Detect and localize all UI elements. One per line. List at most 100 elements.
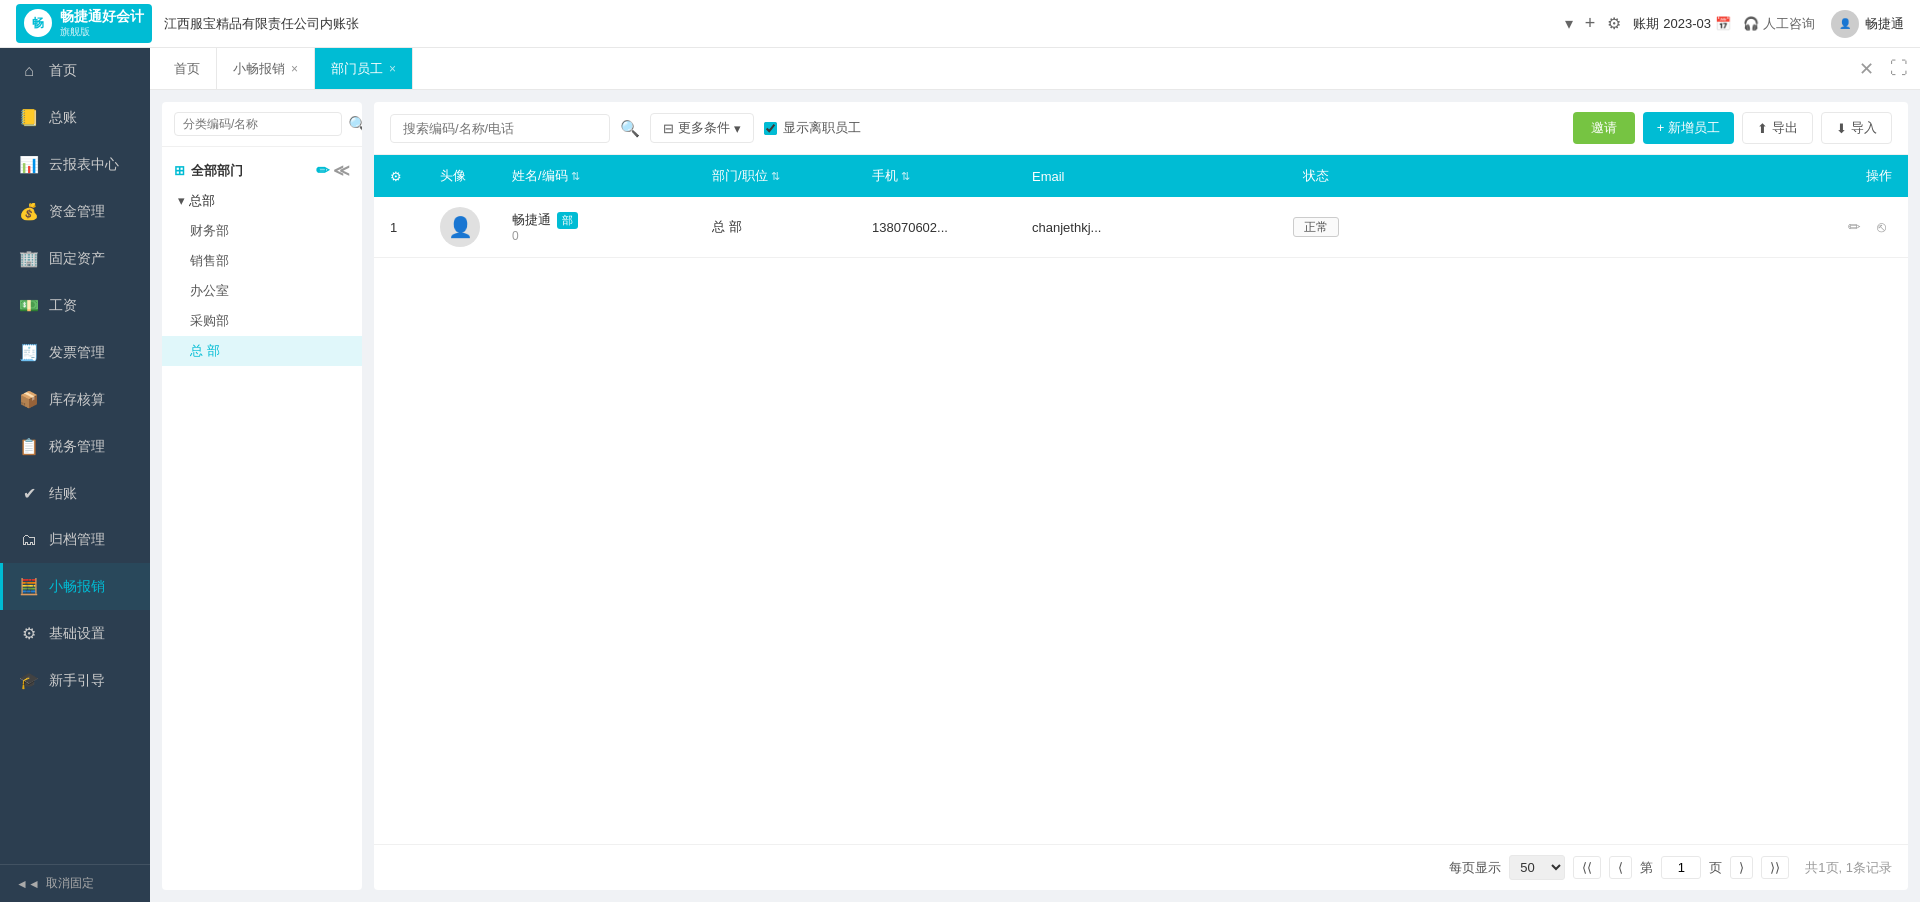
sidebar-item-assets[interactable]: 🏢 固定资产 [0, 235, 150, 282]
logo-area: 畅 畅捷通好会计 旗舰版 [16, 4, 152, 43]
edit-button[interactable]: ✏ [1842, 216, 1867, 238]
prev-page-button[interactable]: ⟨ [1609, 856, 1632, 879]
dept-general[interactable]: 总 部 [162, 336, 362, 366]
tab-close-icon[interactable]: ✕ [1855, 54, 1878, 84]
dept-office[interactable]: 办公室 [162, 276, 362, 306]
logout-button[interactable]: ⎋ [1871, 216, 1892, 237]
calendar-icon[interactable]: 📅 [1715, 16, 1731, 31]
first-page-button[interactable]: ⟨⟨ [1573, 856, 1601, 879]
sidebar-item-expense[interactable]: 🧮 小畅报销 [0, 563, 150, 610]
dept-sales[interactable]: 销售部 [162, 246, 362, 276]
inventory-icon: 📦 [19, 390, 39, 409]
search-icon[interactable]: 🔍 [620, 119, 640, 138]
settings-sidebar-icon: ⚙ [19, 624, 39, 643]
topbar: 畅 畅捷通好会计 旗舰版 江西服宝精品有限责任公司内账张 ▾ + ⚙ 账期 20… [0, 0, 1920, 48]
tab-bar: 首页 小畅报销 × 部门员工 × ✕ ⛶ [150, 48, 1920, 90]
funds-icon: 💰 [19, 202, 39, 221]
sidebar-item-reports[interactable]: 📊 云报表中心 [0, 141, 150, 188]
sidebar-label-payroll: 工资 [49, 297, 77, 315]
topbar-actions: 🎧 人工咨询 👤 畅捷通 [1743, 10, 1904, 38]
right-toolbar: 🔍 ⊟ 更多条件 ▾ 显示离职员工 邀请 + 新增员工 ⬆ [374, 102, 1908, 155]
tab-close-expense[interactable]: × [291, 62, 298, 76]
sidebar-item-archive[interactable]: 🗂 归档管理 [0, 517, 150, 563]
last-page-button[interactable]: ⟩⟩ [1761, 856, 1789, 879]
sidebar-item-home[interactable]: ⌂ 首页 [0, 48, 150, 94]
dept-finance[interactable]: 财务部 [162, 216, 362, 246]
table-header-row: ⚙ 头像 姓名/编码 部门/职位 手机 Email 状态 操作 [374, 155, 1908, 197]
col-phone[interactable]: 手机 [856, 155, 1016, 197]
left-panel-header: 🔍 [162, 102, 362, 147]
import-icon: ⬇ [1836, 121, 1847, 136]
right-toolbar-actions: 邀请 + 新增员工 ⬆ 导出 ⬇ 导入 [1573, 112, 1892, 144]
sidebar-item-checkout[interactable]: ✔ 结账 [0, 470, 150, 517]
app-name: 畅捷通好会计 [60, 8, 144, 25]
dept-purchase[interactable]: 采购部 [162, 306, 362, 336]
column-settings-icon[interactable]: ⚙ [390, 169, 402, 184]
sidebar-item-invoice[interactable]: 🧾 发票管理 [0, 329, 150, 376]
page-size-select[interactable]: 10 20 50 100 [1509, 855, 1565, 880]
sidebar-item-inventory[interactable]: 📦 库存核算 [0, 376, 150, 423]
row-dept: 总 部 [696, 197, 856, 258]
dept-badge: 部 [557, 212, 578, 229]
sidebar-item-settings[interactable]: ⚙ 基础设置 [0, 610, 150, 657]
dept-search-icon[interactable]: 🔍 [348, 115, 362, 134]
invite-button[interactable]: 邀请 [1573, 112, 1635, 144]
grid-icon: ⊞ [174, 163, 185, 178]
tab-close-employees[interactable]: × [389, 62, 396, 76]
sidebar-item-ledger[interactable]: 📒 总账 [0, 94, 150, 141]
row-email: chanjethkj... [1016, 197, 1216, 258]
row-phone: 138070602... [856, 197, 1016, 258]
sidebar: ⌂ 首页 📒 总账 📊 云报表中心 💰 资金管理 🏢 固定资产 💵 工资 🧾 发… [0, 48, 150, 902]
app-edition: 旗舰版 [60, 25, 144, 39]
dropdown-icon[interactable]: ▾ [1565, 14, 1573, 33]
tab-home[interactable]: 首页 [158, 48, 217, 89]
show-resigned-checkbox[interactable]: 显示离职员工 [764, 119, 861, 137]
add-tab-icon[interactable]: + [1585, 13, 1596, 34]
next-page-button[interactable]: ⟩ [1730, 856, 1753, 879]
sidebar-item-guide[interactable]: 🎓 新手引导 [0, 657, 150, 704]
main-layout: ⌂ 首页 📒 总账 📊 云报表中心 💰 资金管理 🏢 固定资产 💵 工资 🧾 发… [0, 48, 1920, 902]
page-prefix: 第 [1640, 859, 1653, 877]
table-row: 1 👤 畅捷通 部 0 总 部 138070602... chanjethkj.… [374, 197, 1908, 258]
status-badge: 正常 [1293, 217, 1339, 237]
page-total: 共1页, 1条记录 [1805, 859, 1892, 877]
ledger-icon: 📒 [19, 108, 39, 127]
employee-name-text: 畅捷通 [512, 211, 551, 229]
sidebar-item-tax[interactable]: 📋 税务管理 [0, 423, 150, 470]
sidebar-label-checkout: 结账 [49, 485, 77, 503]
sidebar-label-ledger: 总账 [49, 109, 77, 127]
page-number-input[interactable] [1661, 856, 1701, 879]
tab-expense[interactable]: 小畅报销 × [217, 48, 315, 89]
import-button[interactable]: ⬇ 导入 [1821, 112, 1892, 144]
tab-expand-icon[interactable]: ⛶ [1886, 54, 1912, 83]
consult-button[interactable]: 🎧 人工咨询 [1743, 15, 1815, 33]
all-dept-header[interactable]: ⊞ 全部部门 ✏ ≪ [162, 155, 362, 186]
row-name: 畅捷通 部 0 [496, 197, 696, 258]
page-size-label: 每页显示 [1449, 859, 1501, 877]
checkout-icon: ✔ [19, 484, 39, 503]
employee-search-input[interactable] [390, 114, 610, 143]
sidebar-item-funds[interactable]: 💰 资金管理 [0, 188, 150, 235]
col-dept[interactable]: 部门/职位 [696, 155, 856, 197]
col-actions: 操作 [1416, 155, 1908, 197]
dept-collapse-icon[interactable]: ≪ [333, 161, 350, 180]
sidebar-item-payroll[interactable]: 💵 工资 [0, 282, 150, 329]
col-settings[interactable]: ⚙ [374, 155, 424, 197]
cancel-fixed-button[interactable]: ◄◄ 取消固定 [0, 864, 150, 902]
dept-root[interactable]: ▾ 总部 [162, 186, 362, 216]
sidebar-label-invoice: 发票管理 [49, 344, 105, 362]
home-icon: ⌂ [19, 62, 39, 80]
row-no: 1 [374, 197, 424, 258]
add-employee-button[interactable]: + 新增员工 [1643, 112, 1734, 144]
table-container: ⚙ 头像 姓名/编码 部门/职位 手机 Email 状态 操作 [374, 155, 1908, 844]
export-button[interactable]: ⬆ 导出 [1742, 112, 1813, 144]
settings-icon[interactable]: ⚙ [1607, 14, 1621, 33]
dept-search-input[interactable] [174, 112, 342, 136]
sidebar-label-guide: 新手引导 [49, 672, 105, 690]
dept-edit-icon[interactable]: ✏ [316, 161, 329, 180]
tab-employees[interactable]: 部门员工 × [315, 48, 413, 89]
sidebar-label-home: 首页 [49, 62, 77, 80]
col-name[interactable]: 姓名/编码 [496, 155, 696, 197]
filter-button[interactable]: ⊟ 更多条件 ▾ [650, 113, 754, 143]
sidebar-label-assets: 固定资产 [49, 250, 105, 268]
